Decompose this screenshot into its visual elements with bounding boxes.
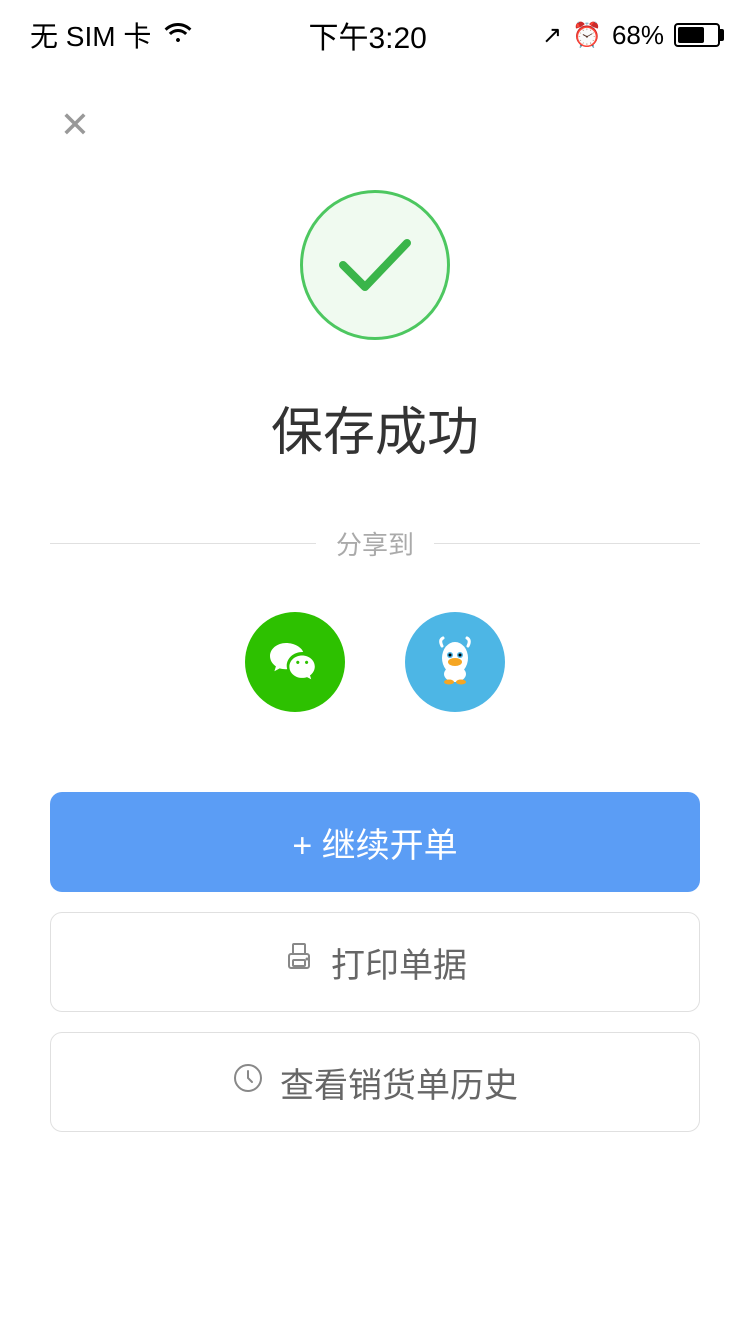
divider-line-right	[434, 543, 700, 544]
continue-order-button[interactable]: + 继续开单	[50, 792, 700, 892]
status-time: 下午3:20	[308, 13, 426, 57]
battery-icon	[674, 23, 720, 47]
print-icon	[283, 942, 315, 982]
wechat-share-button[interactable]	[245, 612, 345, 712]
history-label: 查看销货单历史	[280, 1058, 518, 1107]
checkmark-icon	[335, 235, 415, 295]
success-icon-circle	[300, 190, 450, 340]
continue-order-label: + 继续开单	[292, 818, 457, 867]
status-bar: 无 SIM 卡 下午3:20 ↗ ⏰ 68%	[0, 0, 750, 70]
status-right: ↗ ⏰ 68%	[542, 20, 720, 51]
qq-icon	[425, 632, 485, 692]
location-icon: ↗	[542, 21, 562, 50]
close-icon: ✕	[60, 107, 90, 143]
history-button[interactable]: 查看销货单历史	[50, 1032, 700, 1132]
carrier-text: 无 SIM 卡	[30, 15, 151, 55]
share-icons-row	[245, 612, 505, 712]
share-label: 分享到	[336, 525, 414, 562]
main-content: ✕ 保存成功 分享到	[0, 70, 750, 1132]
wifi-icon	[163, 20, 193, 51]
alarm-icon: ⏰	[572, 21, 602, 50]
history-icon	[232, 1062, 264, 1103]
battery-percent: 68%	[612, 20, 664, 51]
status-left: 无 SIM 卡	[30, 15, 193, 55]
wechat-icon	[264, 631, 326, 693]
qq-share-button[interactable]	[405, 612, 505, 712]
share-divider: 分享到	[50, 525, 700, 562]
print-button[interactable]: 打印单据	[50, 912, 700, 1012]
action-buttons: + 继续开单 打印单据 查看销货单历史	[50, 792, 700, 1132]
close-button[interactable]: ✕	[50, 100, 100, 150]
success-title: 保存成功	[271, 390, 479, 465]
print-label: 打印单据	[331, 938, 467, 987]
divider-line-left	[50, 543, 316, 544]
